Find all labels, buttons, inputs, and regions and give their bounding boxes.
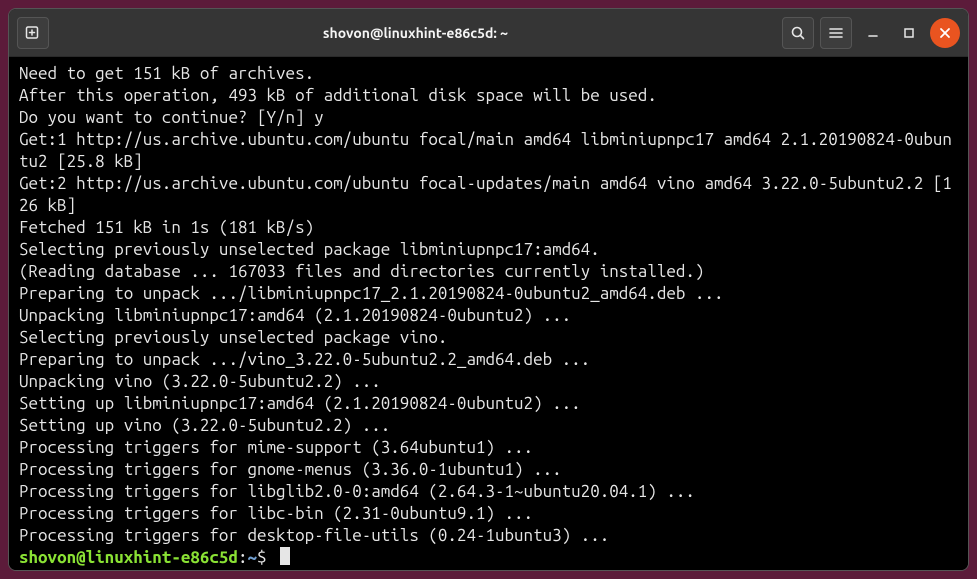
minimize-button[interactable] — [858, 18, 888, 48]
prompt-path: ~ — [248, 548, 258, 567]
terminal-line: Processing triggers for gnome-menus (3.3… — [19, 460, 562, 479]
terminal-line: Need to get 151 kB of archives. — [19, 64, 314, 83]
terminal-line: Setting up libminiupnpc17:amd64 (2.1.201… — [19, 394, 581, 413]
close-icon — [939, 27, 951, 39]
titlebar-left — [17, 17, 49, 49]
terminal-line: Unpacking libminiupnpc17:amd64 (2.1.2019… — [19, 306, 571, 325]
window-title: shovon@linuxhint-e86c5d: ~ — [49, 25, 782, 41]
terminal-line: Preparing to unpack .../vino_3.22.0-5ubu… — [19, 350, 590, 369]
hamburger-icon — [828, 25, 844, 41]
terminal-window: shovon@linuxhint-e86c5d: ~ — [8, 8, 969, 571]
terminal-line: Selecting previously unselected package … — [19, 240, 600, 259]
prompt-separator: : — [238, 548, 248, 567]
terminal-line: Get:2 http://us.archive.ubuntu.com/ubunt… — [19, 174, 952, 215]
maximize-icon — [903, 27, 915, 39]
terminal-line: Selecting previously unselected package … — [19, 328, 447, 347]
terminal-line: After this operation, 493 kB of addition… — [19, 86, 657, 105]
terminal-line: Setting up vino (3.22.0-5ubuntu2.2) ... — [19, 416, 390, 435]
terminal-line: (Reading database ... 167033 files and d… — [19, 262, 704, 281]
titlebar-right — [782, 17, 960, 49]
new-tab-button[interactable] — [17, 17, 49, 49]
search-icon — [790, 25, 806, 41]
terminal-line: Preparing to unpack .../libminiupnpc17_2… — [19, 284, 723, 303]
titlebar: shovon@linuxhint-e86c5d: ~ — [9, 9, 968, 57]
maximize-button[interactable] — [894, 18, 924, 48]
terminal-line: Get:1 http://us.archive.ubuntu.com/ubunt… — [19, 130, 952, 171]
prompt-user-host: shovon@linuxhint-e86c5d — [19, 548, 238, 567]
new-tab-icon — [25, 25, 41, 41]
search-button[interactable] — [782, 17, 814, 49]
terminal-body[interactable]: Need to get 151 kB of archives. After th… — [9, 57, 968, 570]
terminal-line: Do you want to continue? [Y/n] y — [19, 108, 324, 127]
terminal-line: Fetched 151 kB in 1s (181 kB/s) — [19, 218, 314, 237]
menu-button[interactable] — [820, 17, 852, 49]
terminal-line: Processing triggers for mime-support (3.… — [19, 438, 533, 457]
terminal-line: Processing triggers for libc-bin (2.31-0… — [19, 504, 533, 523]
minimize-icon — [867, 27, 879, 39]
terminal-line: Processing triggers for desktop-file-uti… — [19, 526, 609, 545]
prompt-dollar: $ — [257, 548, 276, 567]
terminal-cursor — [280, 547, 290, 565]
terminal-line: Processing triggers for libglib2.0-0:amd… — [19, 482, 695, 501]
close-button[interactable] — [930, 18, 960, 48]
terminal-line: Unpacking vino (3.22.0-5ubuntu2.2) ... — [19, 372, 381, 391]
